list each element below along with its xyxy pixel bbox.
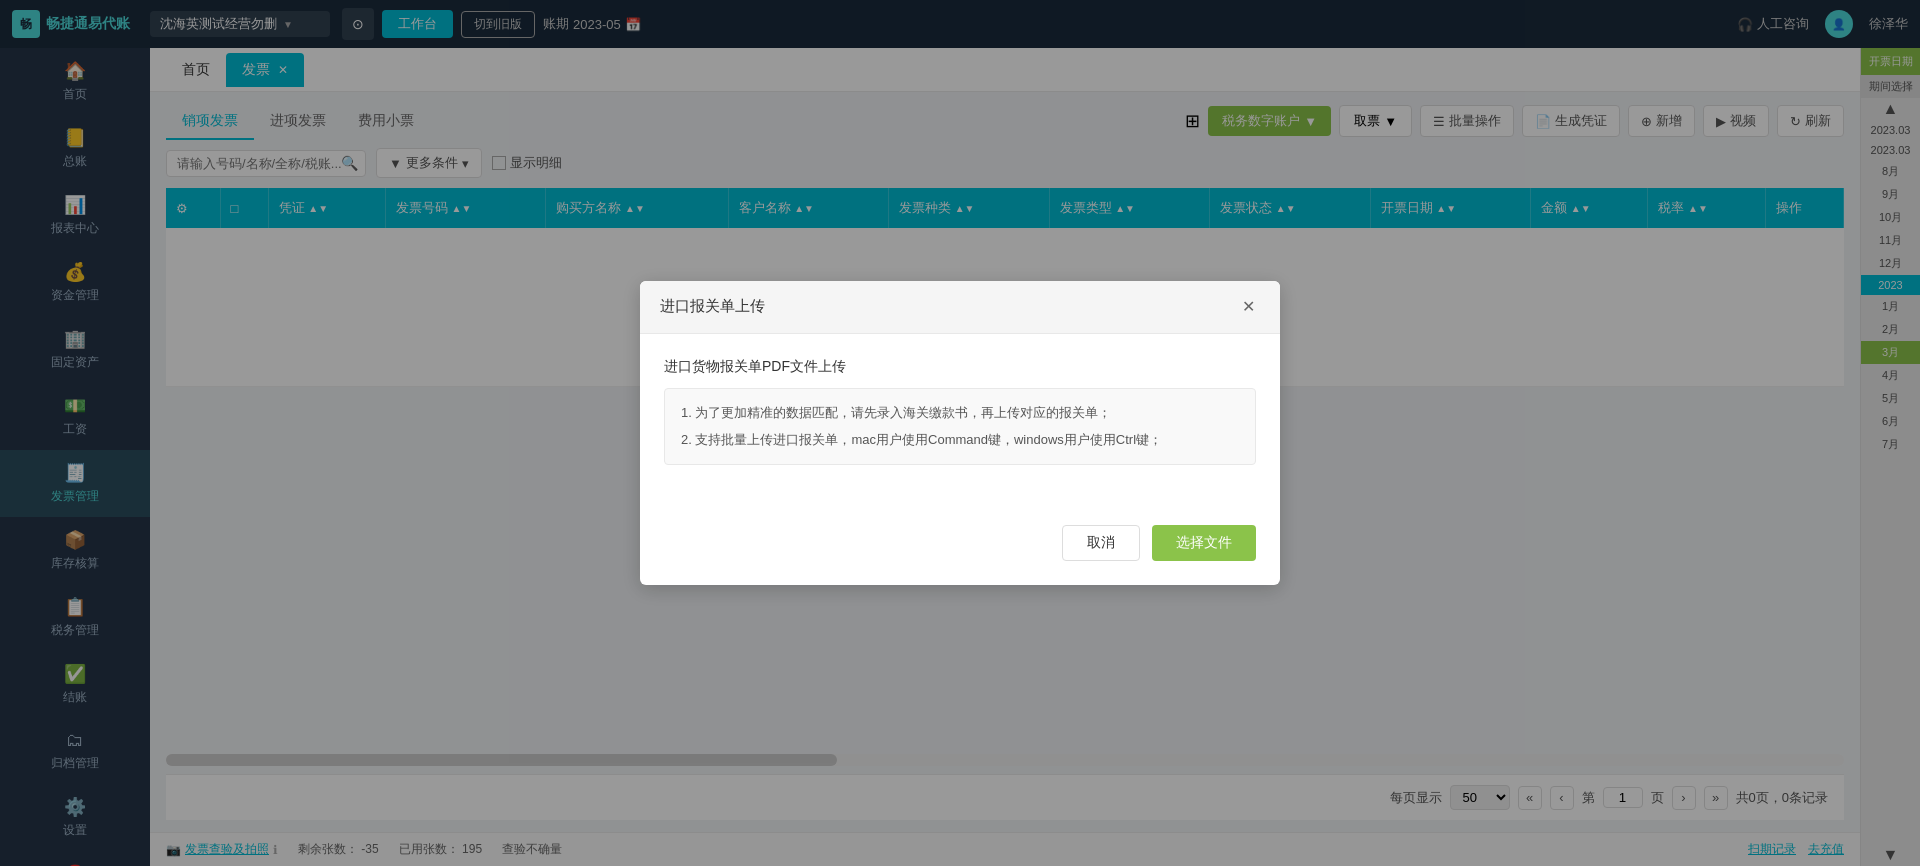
close-icon: ✕ [1242,297,1255,316]
modal-cancel-button[interactable]: 取消 [1062,525,1140,561]
modal-section-title: 进口货物报关单PDF文件上传 [664,358,1256,376]
modal-header: 进口报关单上传 ✕ [640,281,1280,334]
modal-footer: 取消 选择文件 [640,509,1280,585]
modal-info-item-1: 1. 为了更加精准的数据匹配，请先录入海关缴款书，再上传对应的报关单； [681,403,1239,424]
modal-info-item-2: 2. 支持批量上传进口报关单，mac用户使用Command键，windows用户… [681,430,1239,451]
modal-confirm-button[interactable]: 选择文件 [1152,525,1256,561]
modal-overlay[interactable]: 进口报关单上传 ✕ 进口货物报关单PDF文件上传 1. 为了更加精准的数据匹配，… [0,0,1920,866]
modal-title: 进口报关单上传 [660,297,765,316]
modal-body: 进口货物报关单PDF文件上传 1. 为了更加精准的数据匹配，请先录入海关缴款书，… [640,334,1280,510]
import-customs-modal: 进口报关单上传 ✕ 进口货物报关单PDF文件上传 1. 为了更加精准的数据匹配，… [640,281,1280,586]
modal-info-box: 1. 为了更加精准的数据匹配，请先录入海关缴款书，再上传对应的报关单； 2. 支… [664,388,1256,466]
modal-close-button[interactable]: ✕ [1236,295,1260,319]
